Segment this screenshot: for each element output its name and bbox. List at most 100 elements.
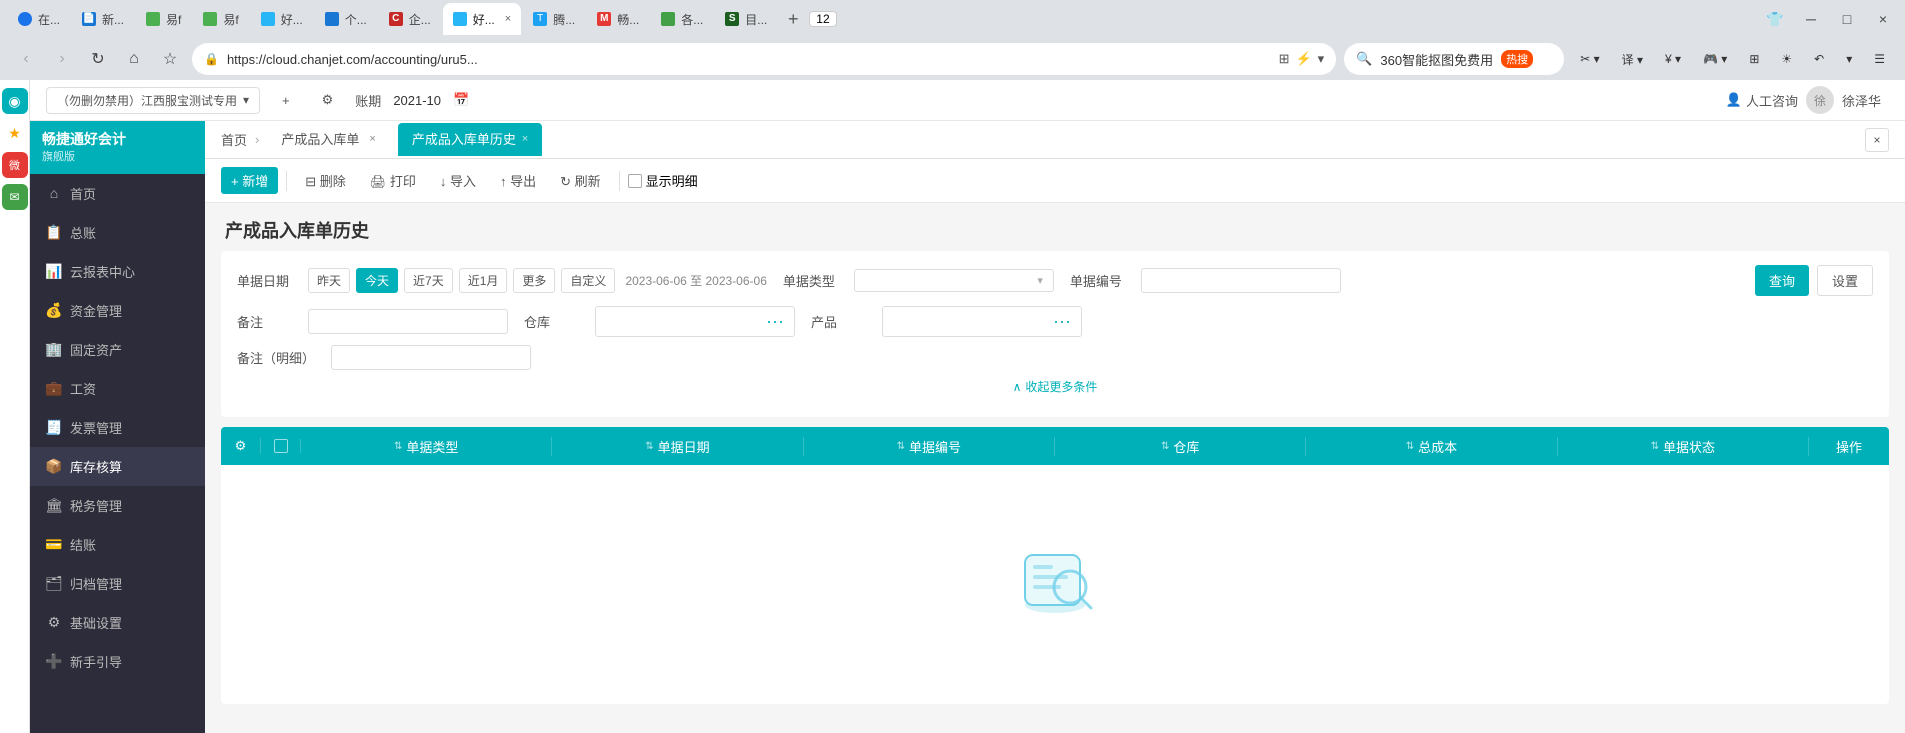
tab-7[interactable]: C 企... [379, 3, 441, 35]
tab-11[interactable]: 各... [651, 3, 713, 35]
warehouse-dots-icon[interactable]: ··· [766, 311, 784, 332]
app-launcher-icon[interactable]: ◉ [2, 88, 28, 114]
date-btn-custom[interactable]: 自定义 [561, 268, 615, 293]
menu-tool[interactable]: ☰ [1866, 45, 1893, 73]
grid-col-warehouse[interactable]: ⇅ 仓库 [1055, 437, 1306, 456]
breadcrumb-tab2-close[interactable]: × [522, 133, 528, 145]
note-filter-input[interactable] [308, 309, 508, 334]
game-tool[interactable]: 🎮 ▾ [1695, 45, 1735, 73]
date-btn-yesterday[interactable]: 昨天 [308, 268, 350, 293]
grid-col-settings[interactable]: ⚙ [221, 438, 261, 454]
grid-col-status[interactable]: ⇅ 单据状态 [1558, 437, 1809, 456]
lightning-icon[interactable]: ⚡ [1295, 51, 1311, 67]
sidebar-item-home[interactable]: ⌂ 首页 [30, 174, 205, 213]
grid-col-type[interactable]: ⇅ 单据类型 [301, 437, 552, 456]
tab-4[interactable]: 易f [193, 3, 248, 35]
grid-col-number[interactable]: ⇅ 单据编号 [804, 437, 1055, 456]
scissors-tool[interactable]: ✂ ▾ [1572, 45, 1607, 73]
grid-col-date[interactable]: ⇅ 单据日期 [552, 437, 803, 456]
sidebar-item-inventory[interactable]: 📦 库存核算 [30, 447, 205, 486]
undo-tool[interactable]: ↶ [1806, 45, 1832, 73]
tab-8-close[interactable]: × [505, 13, 511, 25]
shirt-icon-btn[interactable]: 👕 [1761, 5, 1789, 33]
forward-button[interactable]: › [48, 45, 76, 73]
tab-10[interactable]: M 畅... [587, 3, 649, 35]
account-selector[interactable]: （勿删勿禁用）江西服宝测试专用 ▾ [46, 87, 260, 114]
close-button[interactable]: × [1869, 5, 1897, 33]
date-btn-1month[interactable]: 近1月 [459, 268, 508, 293]
date-btn-7days[interactable]: 近7天 [404, 268, 453, 293]
tab-3[interactable]: 易f [136, 3, 191, 35]
show-detail-toggle[interactable]: 显示明细 [628, 171, 698, 190]
night-tool[interactable]: ☀ [1773, 45, 1800, 73]
maximize-button[interactable]: □ [1833, 5, 1861, 33]
query-button[interactable]: 查询 [1755, 265, 1809, 296]
star-icon[interactable]: ★ [2, 120, 28, 146]
header-checkbox[interactable] [274, 439, 288, 453]
sidebar-item-checkout[interactable]: 💳 结账 [30, 525, 205, 564]
search-bar[interactable]: 🔍 360智能抠图免费用 热搜 [1344, 43, 1564, 75]
user-avatar[interactable]: 徐 [1806, 86, 1834, 114]
sidebar-item-fixed-assets[interactable]: 🏢 固定资产 [30, 330, 205, 369]
tab-counter[interactable]: 12 [809, 11, 836, 27]
breadcrumb-home[interactable]: 首页 [221, 130, 247, 149]
product-dots-icon[interactable]: ··· [1053, 311, 1071, 332]
import-button[interactable]: ↓ 导入 [430, 167, 486, 194]
refresh-button[interactable]: ↻ 刷新 [550, 167, 611, 194]
tab-8[interactable]: 好... × [443, 3, 521, 35]
add-account-button[interactable]: + [272, 89, 300, 112]
sidebar-item-invoice[interactable]: 🧾 发票管理 [30, 408, 205, 447]
minimize-button[interactable]: ─ [1797, 5, 1825, 33]
date-btn-today[interactable]: 今天 [356, 268, 398, 293]
sidebar-item-tax[interactable]: 🏛 税务管理 [30, 486, 205, 525]
tab-12[interactable]: S 目... [715, 3, 777, 35]
calendar-icon[interactable]: 📅 [453, 92, 469, 108]
warehouse-filter-select[interactable]: ··· [595, 306, 795, 337]
breadcrumb-tab-1[interactable]: 产成品入库单 × [267, 123, 389, 156]
add-button[interactable]: + 新增 [221, 167, 278, 194]
filter-settings-button[interactable]: 设置 [1817, 265, 1873, 296]
yuan-tool[interactable]: ¥ ▾ [1657, 45, 1689, 73]
sidebar-item-new-entry[interactable]: ➕ 新手引导 [30, 642, 205, 681]
reload-button[interactable]: ↻ [84, 45, 112, 73]
sidebar-item-cloud-report[interactable]: 📊 云报表中心 [30, 252, 205, 291]
product-filter-select[interactable]: ··· [882, 306, 1082, 337]
number-filter-input[interactable] [1141, 268, 1341, 293]
translate-tool[interactable]: 译 ▾ [1614, 45, 1651, 73]
grid-icon[interactable]: ⊞ [1279, 51, 1290, 67]
print-button[interactable]: 🖨 打印 [360, 167, 426, 194]
bookmark-button[interactable]: ☆ [156, 45, 184, 73]
grid-col-cost[interactable]: ⇅ 总成本 [1306, 437, 1557, 456]
tab-6[interactable]: 个... [315, 3, 377, 35]
redo-tool[interactable]: ▾ [1838, 45, 1860, 73]
sidebar-item-basic-settings[interactable]: ⚙ 基础设置 [30, 603, 205, 642]
note-detail-filter-input[interactable] [331, 345, 531, 370]
grid-col-checkbox[interactable] [261, 439, 301, 453]
breadcrumb-tab1-close[interactable]: × [369, 133, 375, 145]
home-button[interactable]: ⌂ [120, 45, 148, 73]
tab-9[interactable]: T 腾... [523, 3, 585, 35]
sidebar-item-salary[interactable]: 💼 工资 [30, 369, 205, 408]
tab-1[interactable]: 在... [8, 3, 70, 35]
mail-icon[interactable]: ✉ [2, 184, 28, 210]
url-dropdown[interactable]: ▾ [1318, 51, 1325, 67]
date-btn-more[interactable]: 更多 [513, 268, 555, 293]
settings-icon-btn[interactable]: ⚙ [312, 88, 344, 112]
export-button[interactable]: ↑ 导出 [490, 167, 546, 194]
apps-tool[interactable]: ⊞ [1741, 45, 1767, 73]
tab-5[interactable]: 好... [251, 3, 313, 35]
collapse-bar[interactable]: ∧ 收起更多条件 [237, 370, 1873, 403]
type-filter-select[interactable]: ▾ [854, 269, 1054, 292]
sidebar-item-general-ledger[interactable]: 📋 总账 [30, 213, 205, 252]
url-bar[interactable]: 🔒 https://cloud.chanjet.com/accounting/u… [192, 43, 1336, 75]
user-service-button[interactable]: 👤 人工咨询 [1726, 91, 1798, 110]
panel-close-button[interactable]: × [1865, 128, 1889, 152]
delete-button[interactable]: ⊟ 删除 [295, 167, 356, 194]
tab-2[interactable]: 📄 新... [72, 3, 134, 35]
sidebar-item-archive[interactable]: 🗂 归档管理 [30, 564, 205, 603]
breadcrumb-tab-2[interactable]: 产成品入库单历史 × [398, 123, 542, 156]
sidebar-item-fund-mgmt[interactable]: 💰 资金管理 [30, 291, 205, 330]
new-tab-button[interactable]: + [779, 5, 807, 33]
back-button[interactable]: ‹ [12, 45, 40, 73]
weibo-icon[interactable]: 微 [2, 152, 28, 178]
